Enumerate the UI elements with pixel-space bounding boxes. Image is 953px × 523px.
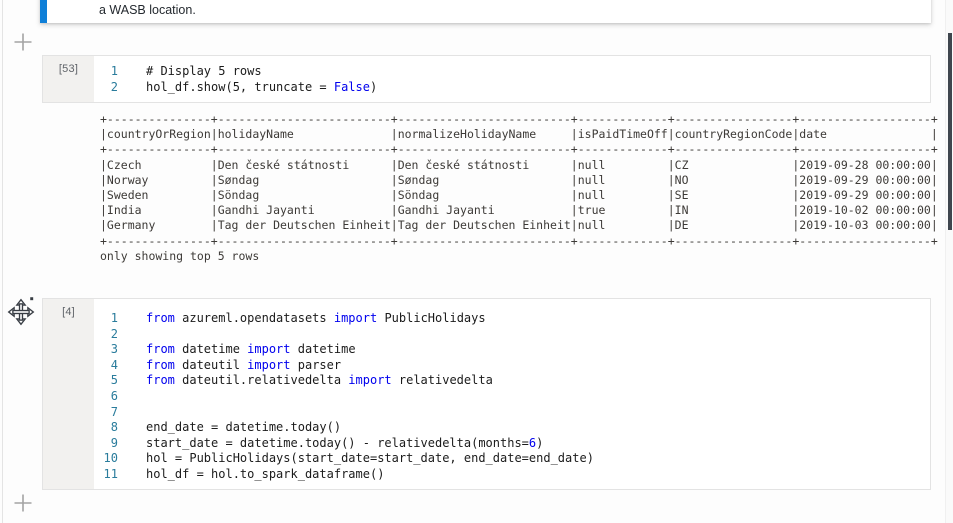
code-editor[interactable]: 1 from azureml.opendatasets import Public… [94,299,930,483]
line-number: 10 [103,451,118,466]
code-line: 2 [94,327,930,343]
line-number: 4 [110,357,118,372]
add-cell-button-top[interactable] [12,31,34,53]
cell-gutter: [53] [43,56,94,102]
code-line: 4 from dateutil import parser [94,358,930,374]
plus-icon [14,33,32,51]
code-line: 9 start_date = datetime.today() - relativ… [94,436,930,452]
info-banner: a WASB location. [40,0,931,23]
code-line: 8 end_date = datetime.today() [94,420,930,436]
code-line: 1 # Display 5 rows [94,64,930,80]
code-line: 11 hol_df = hol.to_spark_dataframe() [94,467,930,483]
cell-gutter: [4] [43,299,94,489]
line-number: 1 [110,311,118,325]
code-line: 5 from dateutil.relativedelta import rela… [94,373,930,389]
code-line: 1 from azureml.opendatasets import Public… [94,311,930,327]
code-line: 10 hol = PublicHolidays(start_date=start_… [94,451,930,467]
line-number: 8 [110,420,118,435]
panel-left-border [2,0,3,523]
move-cursor-icon [7,297,35,326]
code-line: 2 hol_df.show(5, truncate = False) [94,80,930,96]
line-number: 2 [110,79,118,94]
line-number: 2 [110,326,118,341]
code-line: 3 from datetime import datetime [94,342,930,358]
info-banner-text: a WASB location. [99,3,196,17]
line-number: 5 [110,373,118,388]
line-number: 9 [110,435,118,450]
code-line: 7 [94,405,930,421]
cell-output-text: +---------------+-----------------------… [100,112,938,263]
code-line: 6 [94,389,930,405]
line-number: 11 [103,466,118,481]
code-cell-4[interactable]: [4] 1 from azureml.opendatasets import Pu… [42,298,931,490]
notebook-canvas: a WASB location. [53] 1 # Display 5 rows 2… [0,0,953,523]
scrollbar-thumb[interactable] [948,33,952,230]
code-editor[interactable]: 1 # Display 5 rows 2 hol_df.show(5, truncat… [94,56,930,95]
add-cell-button-bottom[interactable] [12,492,34,514]
line-number: 1 [110,64,118,78]
info-accent-bar [40,0,47,23]
code-cell-53[interactable]: [53] 1 # Display 5 rows 2 hol_df.show(5, tr… [42,55,931,103]
execution-count: [4] [62,306,75,318]
plus-icon [14,494,32,512]
line-number: 6 [110,388,118,403]
execution-count: [53] [58,63,79,75]
line-number: 7 [110,404,118,419]
scrollbar-track[interactable] [945,0,953,523]
line-number: 3 [110,342,118,357]
